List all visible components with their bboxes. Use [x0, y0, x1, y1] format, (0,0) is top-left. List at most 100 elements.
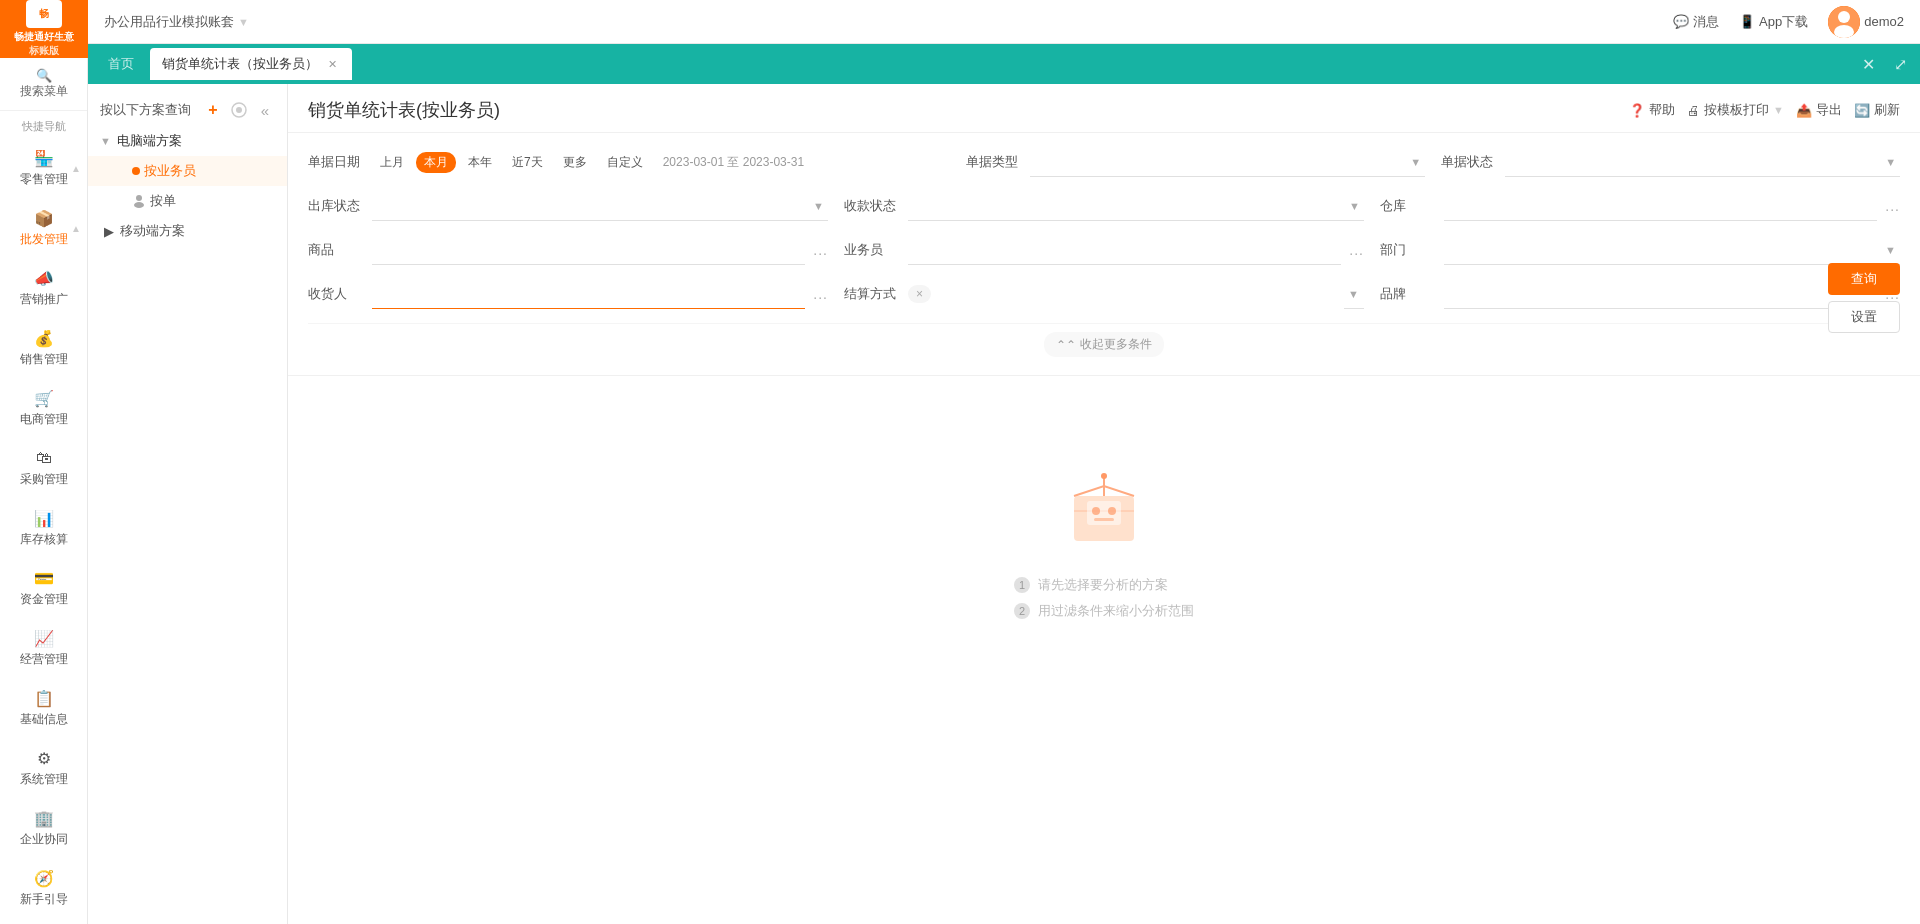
empty-line2: 用过滤条件来缩小分析范围 — [1038, 602, 1194, 620]
tree-mobile-group[interactable]: ▶ 移动端方案 — [88, 216, 287, 246]
panel-edit-btn[interactable] — [229, 100, 249, 120]
brand-field: 品牌 ... — [1380, 279, 1900, 309]
step1-dot: 1 — [1014, 577, 1030, 593]
tree-by-order-label: 按单 — [150, 192, 176, 210]
sidebar-item-retail[interactable]: 🏪 零售管理 ▲ — [0, 138, 87, 198]
fullscreen-btn[interactable]: ⤢ — [1888, 52, 1912, 76]
sidebar-item-purchase[interactable]: 🛍 采购管理 — [0, 438, 87, 498]
tab-home[interactable]: 首页 — [96, 48, 146, 80]
date-shortcuts: 上月 本月 本年 近7天 更多 自定义 — [372, 152, 651, 173]
tree-pc-label: 电脑端方案 — [117, 132, 182, 150]
tabbar: 首页 销货单统计表（按业务员） ✕ ✕ ⤢ — [88, 44, 1920, 84]
goods-input[interactable] — [372, 235, 805, 265]
svg-rect-12 — [1094, 518, 1114, 521]
warehouse-input[interactable] — [1444, 191, 1877, 221]
salesman-dots[interactable]: ... — [1349, 242, 1364, 258]
sales-icon: 💰 — [34, 328, 54, 348]
svg-point-14 — [1101, 473, 1107, 479]
help-label: 帮助 — [1649, 101, 1675, 119]
pc-group-arrow-icon: ▼ — [100, 135, 111, 147]
msg-icon: 💬 — [1673, 14, 1689, 29]
date-last-month[interactable]: 上月 — [372, 152, 412, 173]
topbar-user[interactable]: demo2 — [1828, 6, 1904, 38]
consignee-input[interactable] — [372, 279, 805, 309]
sidebar-item-wholesale[interactable]: 📦 批发管理 ▲ — [0, 198, 87, 258]
page-header-actions: ❓ 帮助 🖨 按模板打印 ▼ 📤 导出 🔄 刷新 — [1629, 101, 1900, 119]
topbar-dropdown-icon[interactable]: ▼ — [238, 16, 249, 28]
panel-add-btn[interactable]: + — [203, 100, 223, 120]
sidebar-item-inventory[interactable]: 📊 库存核算 — [0, 498, 87, 558]
tab-sales-stat[interactable]: 销货单统计表（按业务员） ✕ — [150, 48, 352, 80]
refresh-icon: 🔄 — [1854, 103, 1870, 118]
logo-text: 畅捷通好生意 — [14, 30, 74, 44]
tree-pc-group[interactable]: ▼ 电脑端方案 — [88, 126, 287, 156]
date-last7[interactable]: 近7天 — [504, 152, 551, 173]
date-this-year[interactable]: 本年 — [460, 152, 500, 173]
empty-step-1: 1 请先选择要分析的方案 — [1014, 576, 1194, 594]
goods-dots[interactable]: ... — [813, 242, 828, 258]
dept-select[interactable]: ▼ — [1444, 235, 1900, 265]
collect-status-select[interactable]: ▼ — [908, 191, 1364, 221]
topbar-msg-btn[interactable]: 💬 消息 — [1673, 13, 1719, 31]
brand-input[interactable] — [1444, 279, 1877, 309]
topbar-app-btn[interactable]: 📱 App下载 — [1739, 13, 1808, 31]
payment-select[interactable]: ▼ — [1344, 279, 1364, 309]
sidebar-item-apps[interactable]: 🔷 应用中心 — [0, 918, 87, 924]
consignee-label: 收货人 — [308, 285, 364, 303]
basic-icon: 📋 — [34, 688, 54, 708]
sidebar-item-ecommerce[interactable]: 🛒 电商管理 — [0, 378, 87, 438]
sidebar-item-enterprise[interactable]: 🏢 企业协同 — [0, 798, 87, 858]
out-status-label: 出库状态 — [308, 197, 364, 215]
help-btn[interactable]: ❓ 帮助 — [1629, 101, 1675, 119]
query-button[interactable]: 查询 — [1828, 263, 1900, 295]
close-all-btn[interactable]: ✕ — [1856, 52, 1880, 76]
date-this-month[interactable]: 本月 — [416, 152, 456, 173]
warehouse-dots[interactable]: ... — [1885, 198, 1900, 214]
sidebar-item-basic[interactable]: 📋 基础信息 — [0, 678, 87, 738]
sidebar-item-marketing[interactable]: 📣 营销推广 — [0, 258, 87, 318]
export-btn[interactable]: 📤 导出 — [1796, 101, 1842, 119]
sidebar-item-operation[interactable]: 📈 经营管理 — [0, 618, 87, 678]
user-avatar — [1828, 6, 1860, 38]
date-more[interactable]: 更多 — [555, 152, 595, 173]
doc-status-field: 单据状态 ▼ — [1441, 147, 1900, 177]
empty-line1: 请先选择要分析的方案 — [1038, 576, 1168, 594]
step2-dot: 2 — [1014, 603, 1030, 619]
payment-field: 结算方式 × ▼ — [844, 279, 1364, 309]
svg-point-11 — [1108, 507, 1116, 515]
guide-icon: 🧭 — [34, 868, 54, 888]
settings-button[interactable]: 设置 — [1828, 301, 1900, 333]
out-status-field: 出库状态 ▼ — [308, 191, 828, 221]
refresh-btn[interactable]: 🔄 刷新 — [1854, 101, 1900, 119]
doc-status-label: 单据状态 — [1441, 153, 1497, 171]
print-btn[interactable]: 🖨 按模板打印 ▼ — [1687, 101, 1784, 119]
out-status-select[interactable]: ▼ — [372, 191, 828, 221]
dept-field: 部门 ▼ — [1380, 235, 1900, 265]
sidebar-item-guide-label: 新手引导 — [20, 891, 68, 908]
payment-tag-close[interactable]: × — [916, 287, 923, 301]
sidebar-item-enterprise-label: 企业协同 — [20, 831, 68, 848]
active-dot — [132, 167, 140, 175]
retail-icon: 🏪 — [34, 148, 54, 168]
sidebar-item-system[interactable]: ⚙ 系统管理 — [0, 738, 87, 798]
salesman-input[interactable] — [908, 235, 1341, 265]
sidebar-item-finance[interactable]: 💳 资金管理 — [0, 558, 87, 618]
goods-field: 商品 ... — [308, 235, 828, 265]
doc-status-select[interactable]: ▼ — [1505, 147, 1900, 177]
panel-collapse-btn[interactable]: « — [255, 100, 275, 120]
tab-close-icon[interactable]: ✕ — [324, 56, 340, 72]
sidebar-search[interactable]: 🔍 搜索菜单 — [0, 58, 87, 111]
tree-by-salesman[interactable]: 按业务员 — [88, 156, 287, 186]
collapse-btn[interactable]: ⌃⌃ 收起更多条件 — [1044, 332, 1164, 357]
sidebar-item-sales[interactable]: 💰 销售管理 — [0, 318, 87, 378]
date-custom[interactable]: 自定义 — [599, 152, 651, 173]
chevron-up-icon: ⌃⌃ — [1056, 338, 1076, 352]
consignee-dots[interactable]: ... — [813, 286, 828, 302]
tree-by-order[interactable]: 按单 — [88, 186, 287, 216]
tab-sales-stat-label: 销货单统计表（按业务员） — [162, 55, 318, 73]
sidebar-item-sales-label: 销售管理 — [20, 351, 68, 368]
print-icon: 🖨 — [1687, 103, 1700, 118]
sidebar-item-guide[interactable]: 🧭 新手引导 — [0, 858, 87, 918]
sidebar-item-operation-label: 经营管理 — [20, 651, 68, 668]
doc-type-select[interactable]: ▼ — [1030, 147, 1425, 177]
